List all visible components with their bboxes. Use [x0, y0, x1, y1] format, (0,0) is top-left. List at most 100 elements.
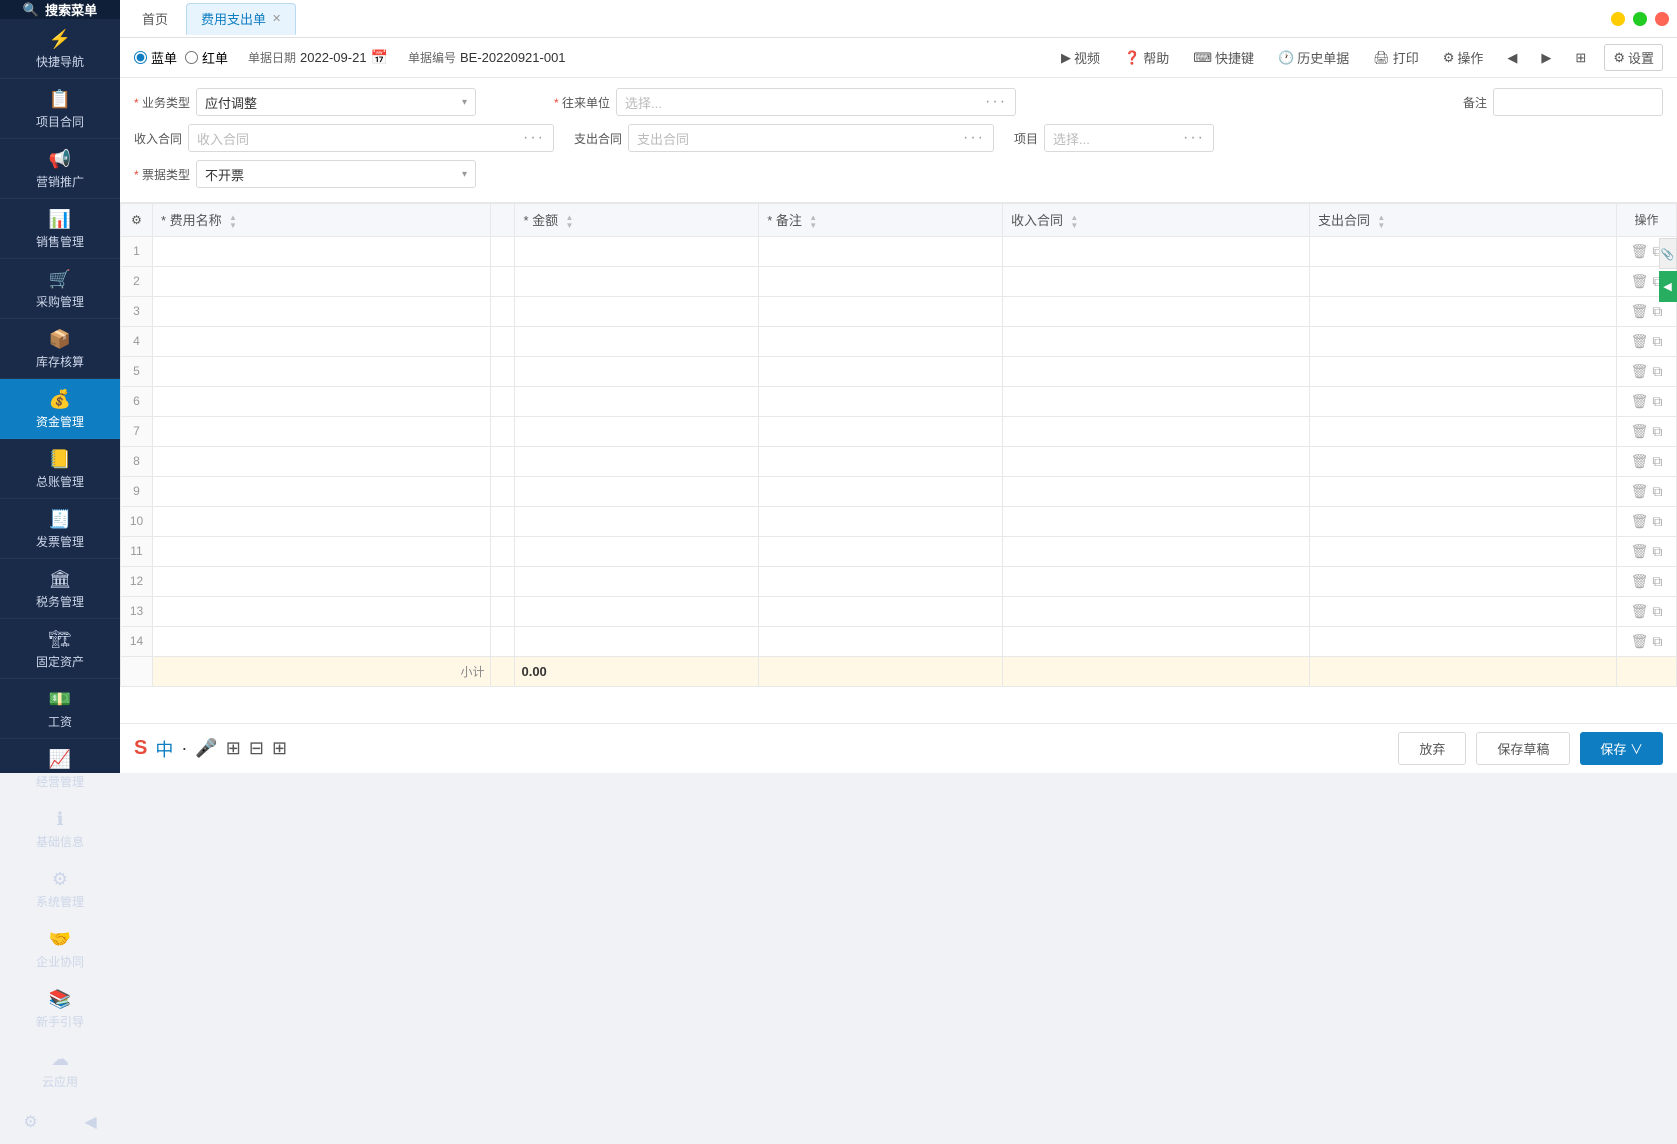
note-cell[interactable]	[759, 506, 1003, 536]
note-cell[interactable]	[759, 626, 1003, 656]
th-income-contract[interactable]: 收入合同 ▲▼	[1003, 204, 1310, 237]
expense-contract-cell[interactable]	[1310, 626, 1617, 656]
th-settings[interactable]: ⚙	[121, 204, 153, 237]
sidebar-item-marketing[interactable]: 📢 营销推广	[0, 139, 120, 199]
mic-icon[interactable]: 🎤	[195, 738, 217, 759]
sidebar-item-salary[interactable]: 💵 工资	[0, 679, 120, 739]
amount-cell[interactable]	[515, 386, 759, 416]
expense-name-cell[interactable]	[153, 536, 491, 566]
delete-icon[interactable]: 🗑	[1631, 603, 1649, 620]
expense-contract-cell[interactable]	[1310, 596, 1617, 626]
expense-contract-cell[interactable]	[1310, 386, 1617, 416]
income-contract-cell[interactable]	[1003, 266, 1310, 296]
income-contract-cell[interactable]	[1003, 476, 1310, 506]
expense-contract-cell[interactable]	[1310, 506, 1617, 536]
income-contract-cell[interactable]	[1003, 356, 1310, 386]
expense-name-cell[interactable]	[153, 326, 491, 356]
apps-icon[interactable]: ⊞	[272, 738, 287, 759]
tab-expense[interactable]: 费用支出单 ✕	[186, 3, 296, 35]
more-icon[interactable]: ···	[963, 129, 985, 147]
delete-icon[interactable]: 🗑	[1631, 573, 1649, 590]
sidebar-item-management[interactable]: 📈 经营管理	[0, 739, 120, 799]
income-contract-cell[interactable]	[1003, 296, 1310, 326]
copy-icon[interactable]: ⧉	[1652, 393, 1662, 410]
note-cell[interactable]	[759, 416, 1003, 446]
sidebar-item-system[interactable]: ⚙ 系统管理	[0, 859, 120, 919]
expense-name-cell[interactable]	[153, 566, 491, 596]
amount-cell[interactable]	[515, 356, 759, 386]
amount-cell[interactable]	[515, 236, 759, 266]
collapse-icon[interactable]: ◀	[80, 1108, 100, 1136]
sidebar-item-ledger[interactable]: 📒 总账管理	[0, 439, 120, 499]
copy-icon[interactable]: ⧉	[1652, 513, 1662, 530]
help-button[interactable]: ❓ 帮助	[1118, 45, 1175, 70]
expense-contract-cell[interactable]	[1310, 476, 1617, 506]
copy-icon[interactable]: ⧉	[1652, 483, 1662, 500]
delete-icon[interactable]: 🗑	[1631, 633, 1649, 650]
expense-name-cell[interactable]	[153, 296, 491, 326]
expense-name-cell[interactable]	[153, 266, 491, 296]
delete-icon[interactable]: 🗑	[1631, 483, 1649, 500]
sidebar-item-inventory[interactable]: 📦 库存核算	[0, 319, 120, 379]
discard-button[interactable]: 放弃	[1398, 732, 1466, 765]
sidebar-item-collab[interactable]: 🤝 企业协同	[0, 919, 120, 979]
settings-icon[interactable]: ⚙	[19, 1108, 41, 1136]
expense-contract-cell[interactable]	[1310, 356, 1617, 386]
expense-name-cell[interactable]	[153, 386, 491, 416]
expense-name-cell[interactable]	[153, 356, 491, 386]
copy-icon[interactable]: ⧉	[1652, 333, 1662, 350]
note-cell[interactable]	[759, 236, 1003, 266]
copy-icon[interactable]: ⧉	[1652, 633, 1662, 650]
note-cell[interactable]	[759, 566, 1003, 596]
expense-name-cell[interactable]	[153, 596, 491, 626]
sidebar-item-finance[interactable]: 💰 资金管理	[0, 379, 120, 439]
amount-cell[interactable]	[515, 446, 759, 476]
amount-cell[interactable]	[515, 596, 759, 626]
note-cell[interactable]	[759, 536, 1003, 566]
zhong-icon[interactable]: 中	[155, 736, 173, 762]
print-button[interactable]: 🖨 打印	[1367, 45, 1425, 70]
note-cell[interactable]	[759, 386, 1003, 416]
expense-contract-cell[interactable]	[1310, 536, 1617, 566]
copy-icon[interactable]: ⧉	[1652, 603, 1662, 620]
note-cell[interactable]	[759, 446, 1003, 476]
side-action-clip[interactable]: 📎	[1659, 238, 1677, 269]
sidebar-item-invoice[interactable]: 🧾 发票管理	[0, 499, 120, 559]
expense-contract-cell[interactable]	[1310, 326, 1617, 356]
delete-icon[interactable]: 🗑	[1631, 273, 1649, 290]
delete-icon[interactable]: 🗑	[1631, 393, 1649, 410]
more-icon[interactable]: ···	[985, 93, 1007, 111]
settings-button[interactable]: ⚙ 设置	[1604, 44, 1663, 71]
amount-cell[interactable]	[515, 506, 759, 536]
note-cell[interactable]	[759, 266, 1003, 296]
close-button[interactable]	[1655, 12, 1669, 26]
tab-close-icon[interactable]: ✕	[272, 12, 281, 25]
history-button[interactable]: 🕐 历史单据	[1272, 45, 1355, 70]
delete-icon[interactable]: 🗑	[1631, 423, 1649, 440]
expense-name-cell[interactable]	[153, 236, 491, 266]
income-contract-cell[interactable]	[1003, 416, 1310, 446]
amount-cell[interactable]	[515, 476, 759, 506]
expense-contract-cell[interactable]	[1310, 566, 1617, 596]
grid2-icon[interactable]: ⊟	[249, 738, 264, 759]
delete-icon[interactable]: 🗑	[1631, 243, 1649, 260]
amount-cell[interactable]	[515, 416, 759, 446]
income-contract-cell[interactable]	[1003, 596, 1310, 626]
blue-bill-radio[interactable]: 蓝单	[134, 48, 177, 67]
amount-cell[interactable]	[515, 326, 759, 356]
amount-cell[interactable]	[515, 566, 759, 596]
operation-button[interactable]: ⚙ 操作	[1437, 45, 1490, 70]
delete-icon[interactable]: 🗑	[1631, 453, 1649, 470]
expense-contract-cell[interactable]	[1310, 236, 1617, 266]
shortcut-button[interactable]: ⌨ 快捷键	[1187, 45, 1260, 70]
payee-input[interactable]: 选择... ···	[616, 88, 1016, 116]
amount-cell[interactable]	[515, 626, 759, 656]
th-expense-name[interactable]: * 费用名称 ▲▼	[153, 204, 491, 237]
income-contract-cell[interactable]	[1003, 506, 1310, 536]
expense-contract-cell[interactable]	[1310, 266, 1617, 296]
expense-name-cell[interactable]	[153, 506, 491, 536]
sidebar-item-assets[interactable]: 🏗 固定资产	[0, 619, 120, 679]
th-expense-contract[interactable]: 支出合同 ▲▼	[1310, 204, 1617, 237]
sidebar-item-project[interactable]: 📋 项目合同	[0, 79, 120, 139]
note-input[interactable]	[1493, 88, 1663, 116]
